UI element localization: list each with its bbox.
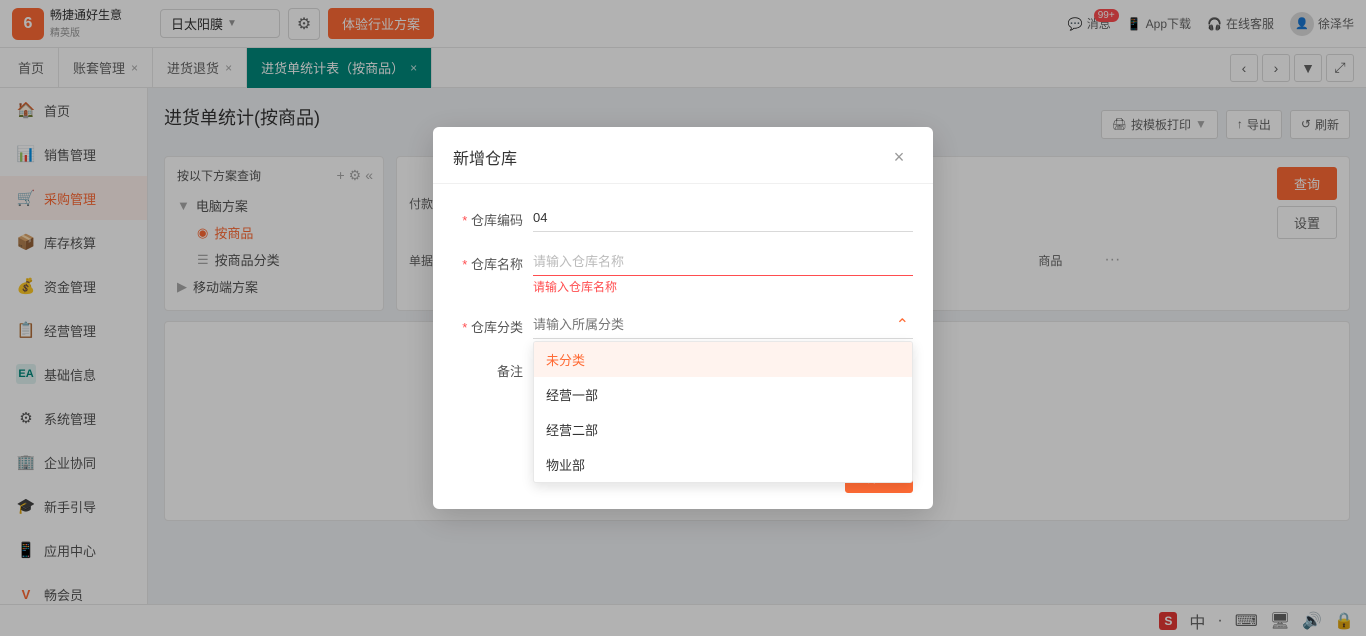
warehouse-name-required: * [462, 257, 467, 272]
modal-body: * 仓库编码 * 仓库名称 请输入仓库名称 [433, 184, 933, 448]
modal-overlay[interactable]: 新增仓库 × * 仓库编码 * 仓库名称 [0, 0, 1366, 636]
warehouse-code-input[interactable] [533, 204, 913, 232]
warehouse-category-arrow[interactable]: ⌃ [896, 315, 909, 335]
warehouse-code-label: * 仓库编码 [453, 204, 533, 229]
dropdown-item-dept1[interactable]: 经营一部 [534, 377, 912, 412]
warehouse-category-select-wrapper: ⌃ [533, 311, 913, 339]
modal-close-button[interactable]: × [885, 143, 913, 171]
modal-dialog: 新增仓库 × * 仓库编码 * 仓库名称 [433, 127, 933, 509]
warehouse-name-control: 请输入仓库名称 [533, 248, 913, 295]
notes-label: 备注 [453, 355, 533, 380]
warehouse-category-dropdown: 未分类 经营一部 经营二部 物业部 [533, 341, 913, 483]
warehouse-name-error: 请输入仓库名称 [533, 278, 913, 295]
dropdown-item-uncategorized[interactable]: 未分类 [534, 342, 912, 377]
warehouse-code-control [533, 204, 913, 232]
warehouse-category-input[interactable] [533, 311, 913, 339]
form-row-warehouse-category: * 仓库分类 ⌃ 未分类 经营一部 经营二部 物业部 [453, 311, 913, 339]
modal-title: 新增仓库 [453, 145, 517, 169]
dropdown-item-dept2[interactable]: 经营二部 [534, 412, 912, 447]
warehouse-category-control: ⌃ 未分类 经营一部 经营二部 物业部 [533, 311, 913, 339]
form-row-warehouse-code: * 仓库编码 [453, 204, 913, 232]
dropdown-item-dept3[interactable]: 物业部 [534, 447, 912, 482]
warehouse-category-required: * [462, 320, 467, 335]
form-row-warehouse-name: * 仓库名称 请输入仓库名称 [453, 248, 913, 295]
warehouse-category-label: * 仓库分类 [453, 311, 533, 336]
warehouse-code-required: * [462, 213, 467, 228]
modal-header: 新增仓库 × [433, 127, 933, 184]
warehouse-name-label: * 仓库名称 [453, 248, 533, 273]
warehouse-name-input[interactable] [533, 248, 913, 276]
